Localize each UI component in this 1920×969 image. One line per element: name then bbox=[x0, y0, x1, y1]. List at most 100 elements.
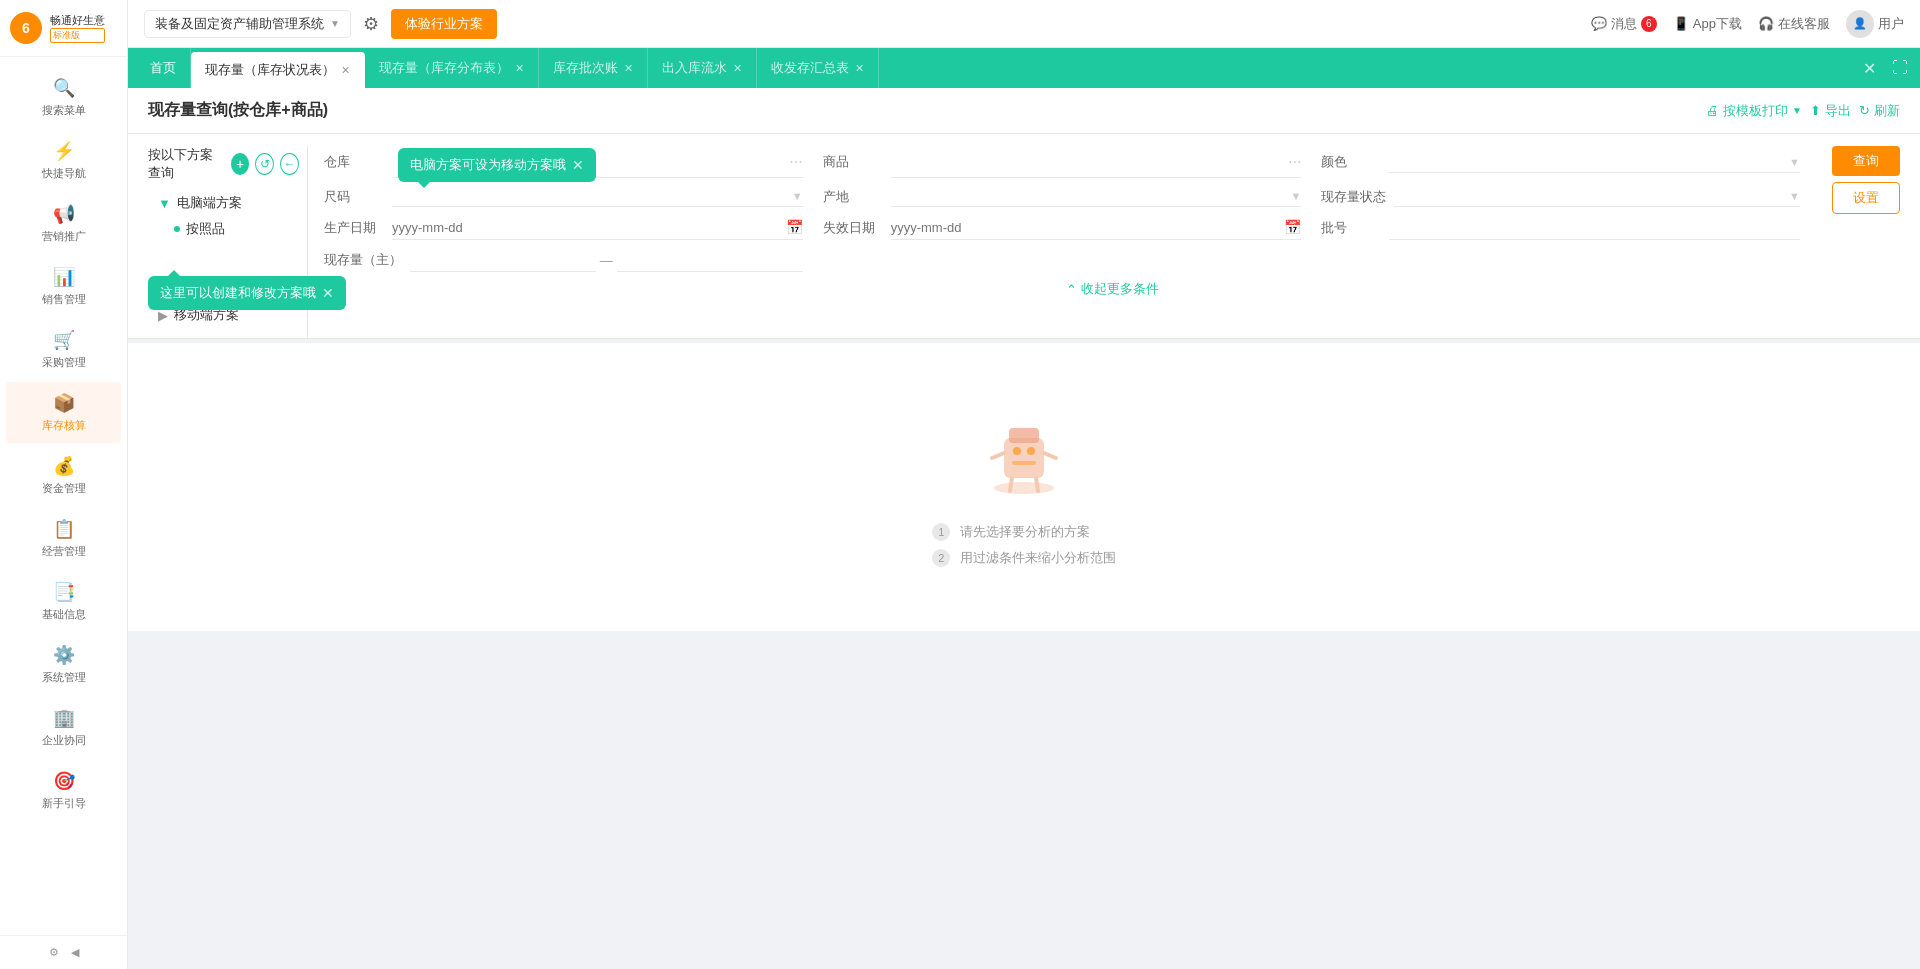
tab-inventory-dist-close[interactable]: ✕ bbox=[515, 62, 524, 75]
sidebar-label-finance: 资金管理 bbox=[42, 481, 86, 496]
sidebar-item-purchase[interactable]: 🛒 采购管理 bbox=[6, 319, 121, 380]
chevron-down-icon: ▼ bbox=[792, 190, 803, 202]
fullscreen-icon[interactable]: ⛶ bbox=[1888, 55, 1912, 82]
batch-input[interactable] bbox=[1389, 216, 1800, 240]
tab-batch-ledger[interactable]: 库存批次账 ✕ bbox=[539, 48, 648, 88]
size-select[interactable]: ▼ bbox=[392, 186, 803, 207]
main-area: 装备及固定资产辅助管理系统 ▼ ⚙ 体验行业方案 💬 消息 6 📱 App下载 … bbox=[128, 0, 1920, 969]
collapse-icon: ◀ bbox=[71, 946, 79, 959]
tab-recv-summary-label: 收发存汇总表 bbox=[771, 59, 849, 77]
expire-date-input[interactable] bbox=[891, 220, 1281, 235]
tab-recv-summary[interactable]: 收发存汇总表 ✕ bbox=[757, 48, 879, 88]
inventory-main-to[interactable] bbox=[617, 248, 803, 272]
chevron-down-icon: ▼ bbox=[330, 18, 340, 29]
export-button[interactable]: ⬆ 导出 bbox=[1810, 102, 1851, 120]
product-input[interactable] bbox=[891, 150, 1284, 173]
sidebar-bottom: ⚙ ◀ bbox=[0, 935, 127, 969]
filter-bottom: ⌃ 收起更多条件 bbox=[324, 272, 1900, 306]
empty-tip-2: 用过滤条件来缩小分析范围 bbox=[960, 550, 1116, 565]
tooltip-close-2[interactable]: ✕ bbox=[322, 285, 334, 301]
warehouse-dots[interactable]: ··· bbox=[789, 153, 802, 171]
user-label: 用户 bbox=[1878, 15, 1904, 33]
empty-tip-1: 请先选择要分析的方案 bbox=[960, 524, 1090, 539]
sidebar-collapse-btn[interactable]: ◀ bbox=[71, 946, 79, 959]
refresh-button[interactable]: ↻ 刷新 bbox=[1859, 102, 1900, 120]
support-icon: 🎧 bbox=[1758, 16, 1774, 31]
chevron-down-icon: ▼ bbox=[1789, 156, 1800, 168]
tab-inventory-status-close[interactable]: ✕ bbox=[341, 64, 350, 77]
tab-home-label: 首页 bbox=[150, 59, 176, 77]
sidebar-item-search[interactable]: 🔍 搜索菜单 bbox=[6, 67, 121, 128]
expire-date-calendar-icon[interactable]: 📅 bbox=[1284, 219, 1301, 235]
svg-rect-2 bbox=[1009, 428, 1039, 443]
industry-plan-button[interactable]: 体验行业方案 bbox=[391, 9, 497, 39]
export-icon: ⬆ bbox=[1810, 103, 1821, 118]
search-button[interactable]: 查询 bbox=[1832, 146, 1900, 176]
sidebar-item-sales[interactable]: 📊 销售管理 bbox=[6, 256, 121, 317]
set-button[interactable]: 设置 bbox=[1832, 182, 1900, 214]
tab-recv-summary-close[interactable]: ✕ bbox=[855, 62, 864, 75]
purchase-icon: 🛒 bbox=[53, 329, 75, 351]
tooltip-close-1[interactable]: ✕ bbox=[572, 157, 584, 173]
sidebar-item-enterprise[interactable]: 🏢 企业协同 bbox=[6, 697, 121, 758]
online-support-btn[interactable]: 🎧 在线客服 bbox=[1758, 15, 1830, 33]
sidebar-item-marketing[interactable]: 📢 营销推广 bbox=[6, 193, 121, 254]
inventory-main-from[interactable] bbox=[410, 248, 596, 272]
sidebar-item-operation[interactable]: 📋 经营管理 bbox=[6, 508, 121, 569]
origin-select[interactable]: ▼ bbox=[891, 186, 1302, 207]
settings-icon: ⚙ bbox=[49, 946, 59, 959]
online-support-label: 在线客服 bbox=[1778, 15, 1830, 33]
close-all-tabs-icon[interactable]: ✕ bbox=[1859, 55, 1880, 82]
add-scheme-button[interactable]: + bbox=[231, 153, 250, 175]
tab-batch-ledger-label: 库存批次账 bbox=[553, 59, 618, 77]
user-btn[interactable]: 👤 用户 bbox=[1846, 10, 1904, 38]
message-badge: 6 bbox=[1641, 16, 1657, 32]
sidebar-item-guide[interactable]: 🎯 新手引导 bbox=[6, 760, 121, 821]
topbar-settings-icon[interactable]: ⚙ bbox=[363, 13, 379, 35]
message-label: 消息 bbox=[1611, 15, 1637, 33]
tooltip-create-scheme: 这里可以创建和修改方案哦 ✕ bbox=[148, 276, 346, 310]
prod-date-calendar-icon[interactable]: 📅 bbox=[786, 219, 803, 235]
sidebar-item-quick[interactable]: ⚡ 快捷导航 bbox=[6, 130, 121, 191]
filter-expire-date: 失效日期 📅 bbox=[823, 215, 1302, 240]
template-print-button[interactable]: 🖨 按模板打印 ▼ bbox=[1706, 102, 1802, 120]
tab-batch-ledger-close[interactable]: ✕ bbox=[624, 62, 633, 75]
sidebar-label-basic: 基础信息 bbox=[42, 607, 86, 622]
inv-status-select[interactable]: ▼ bbox=[1394, 186, 1800, 207]
svg-point-0 bbox=[994, 482, 1054, 494]
tab-inout-flow-close[interactable]: ✕ bbox=[733, 62, 742, 75]
system-selector[interactable]: 装备及固定资产辅助管理系统 ▼ bbox=[144, 10, 351, 38]
tab-inventory-dist[interactable]: 现存量（库存分布表） ✕ bbox=[365, 48, 539, 88]
tab-home[interactable]: 首页 bbox=[136, 48, 191, 88]
tooltip-text-1: 电脑方案可设为移动方案哦 bbox=[410, 156, 566, 174]
back-button[interactable]: ← bbox=[280, 153, 299, 175]
scheme-item-default[interactable]: 按照品 bbox=[174, 216, 299, 242]
sidebar-settings-btn[interactable]: ⚙ bbox=[49, 946, 59, 959]
collapse-button[interactable]: ⌃ 收起更多条件 bbox=[1066, 280, 1159, 298]
logo-icon: 6 bbox=[10, 12, 42, 44]
tab-inout-flow-label: 出入库流水 bbox=[662, 59, 727, 77]
svg-rect-5 bbox=[1012, 461, 1036, 465]
tabbar: 首页 现存量（库存状况表） ✕ 现存量（库存分布表） ✕ 库存批次账 ✕ 出入库… bbox=[128, 48, 1920, 88]
sidebar-item-basic[interactable]: 📑 基础信息 bbox=[6, 571, 121, 632]
sidebar-label-guide: 新手引导 bbox=[42, 796, 86, 811]
message-btn[interactable]: 💬 消息 6 bbox=[1591, 15, 1657, 33]
sidebar-item-system[interactable]: ⚙️ 系统管理 bbox=[6, 634, 121, 695]
tab-inventory-status[interactable]: 现存量（库存状况表） ✕ bbox=[191, 52, 365, 88]
filter-label: 按以下方案查询 bbox=[148, 146, 225, 182]
sidebar-item-inventory[interactable]: 📦 库存核算 bbox=[6, 382, 121, 443]
empty-illustration bbox=[974, 403, 1074, 503]
tab-inout-flow[interactable]: 出入库流水 ✕ bbox=[648, 48, 757, 88]
avatar: 👤 bbox=[1846, 10, 1874, 38]
filter-color: 颜色 ▼ bbox=[1321, 146, 1800, 178]
sidebar-label-search: 搜索菜单 bbox=[42, 103, 86, 118]
color-select[interactable]: ▼ bbox=[1389, 152, 1800, 173]
refresh-scheme-button[interactable]: ↺ bbox=[255, 153, 274, 175]
product-dots[interactable]: ··· bbox=[1288, 153, 1301, 171]
scheme-item-desktop[interactable]: ▼ 电脑端方案 bbox=[158, 190, 299, 216]
sidebar-label-system: 系统管理 bbox=[42, 670, 86, 685]
filter-inv-status: 现存量状态 ▼ bbox=[1321, 186, 1800, 207]
app-download-btn[interactable]: 📱 App下载 bbox=[1673, 15, 1742, 33]
prod-date-input[interactable] bbox=[392, 220, 782, 235]
sidebar-item-finance[interactable]: 💰 资金管理 bbox=[6, 445, 121, 506]
